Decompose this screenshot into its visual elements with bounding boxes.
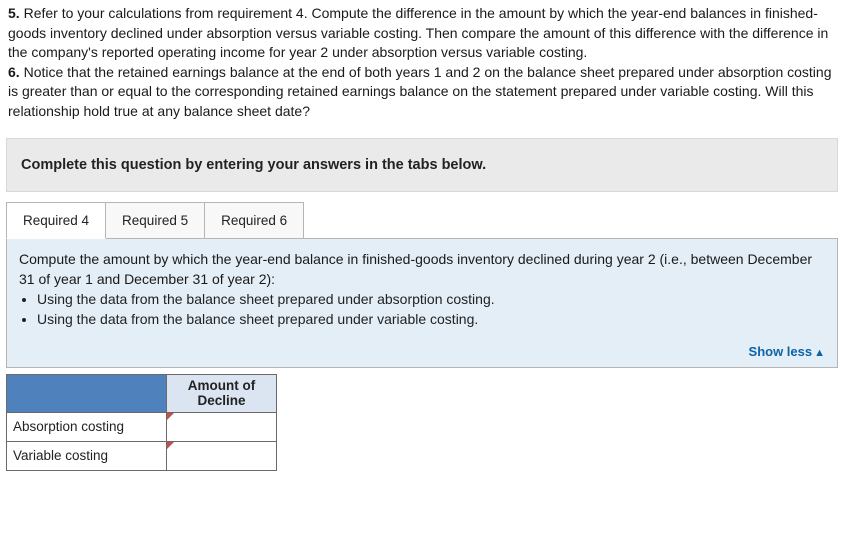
- caret-up-icon: ▲: [814, 347, 825, 359]
- table-header-blank: [7, 374, 167, 412]
- instruction-box: Complete this question by entering your …: [6, 138, 838, 192]
- prompt-bullet-2: Using the data from the balance sheet pr…: [37, 309, 825, 329]
- prompt-bullet-1: Using the data from the balance sheet pr…: [37, 289, 825, 309]
- q5-number: 5.: [8, 5, 20, 21]
- tab-required-6[interactable]: Required 6: [204, 202, 304, 239]
- tab-row: Required 4 Required 5 Required 6: [6, 202, 838, 239]
- question-block: 5. Refer to your calculations from requi…: [0, 0, 844, 134]
- table-row: Variable costing: [7, 441, 277, 470]
- prompt-bullets: Using the data from the balance sheet pr…: [37, 289, 825, 330]
- variable-decline-input[interactable]: [173, 445, 270, 467]
- q5-text: Refer to your calculations from requirem…: [8, 5, 828, 60]
- answer-table: Amount of Decline Absorption costing Var…: [6, 374, 277, 471]
- row-label-variable: Variable costing: [7, 441, 167, 470]
- tabs-container: Required 4 Required 5 Required 6 Compute…: [6, 202, 838, 368]
- show-less-toggle[interactable]: Show less▲: [19, 330, 825, 359]
- show-less-label: Show less: [749, 344, 813, 359]
- table-row: Absorption costing: [7, 412, 277, 441]
- prompt-lead: Compute the amount by which the year-end…: [19, 249, 825, 290]
- instruction-text: Complete this question by entering your …: [21, 157, 823, 173]
- row-label-absorption: Absorption costing: [7, 412, 167, 441]
- table-header-amount: Amount of Decline: [167, 374, 277, 412]
- tab-required-5[interactable]: Required 5: [105, 202, 205, 239]
- input-cell-absorption: [167, 412, 277, 441]
- tab-content: Compute the amount by which the year-end…: [6, 238, 838, 368]
- q6-text: Notice that the retained earnings balanc…: [8, 64, 831, 119]
- tab-required-4[interactable]: Required 4: [6, 202, 106, 239]
- absorption-decline-input[interactable]: [173, 416, 270, 438]
- input-cell-variable: [167, 441, 277, 470]
- q6-number: 6.: [8, 64, 20, 80]
